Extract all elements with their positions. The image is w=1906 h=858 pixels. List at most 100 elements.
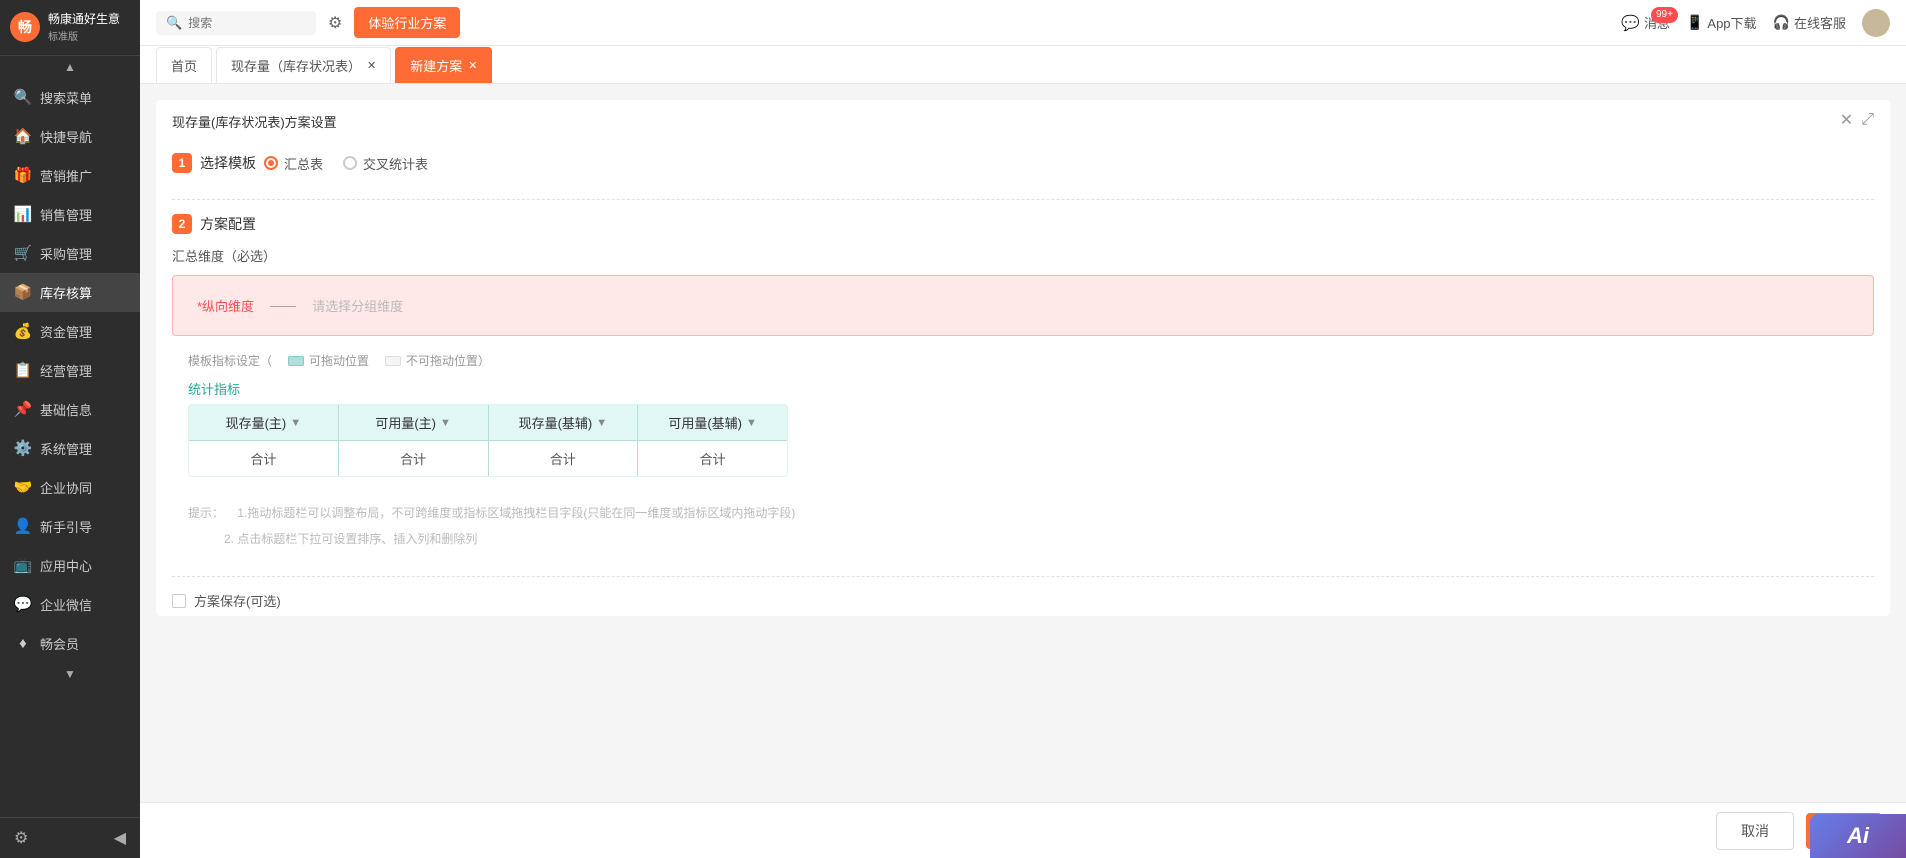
col-3-header: 可用量(基辅) ▼: [638, 405, 787, 441]
sidebar-item-nav[interactable]: 🏠 快捷导航: [0, 117, 140, 156]
sidebar-item-wechat[interactable]: 💬 企业微信: [0, 585, 140, 624]
user-icon: 👤: [14, 517, 32, 535]
search-box[interactable]: 🔍: [156, 11, 316, 35]
cell-2: 合计: [489, 441, 639, 476]
cell-0: 合计: [189, 441, 339, 476]
sidebar-footer: ⚙ ◀: [0, 817, 140, 858]
user-avatar[interactable]: [1862, 9, 1890, 37]
sidebar-item-appcenter[interactable]: 📺 应用中心: [0, 546, 140, 585]
non-draggable-legend: 不可拖动位置）: [385, 352, 490, 369]
metrics-config: 模板指标设定（ 可拖动位置 不可拖动位置） 统计指标: [172, 352, 1874, 491]
collapse-icon[interactable]: ◀: [114, 828, 126, 848]
app-download-btn[interactable]: 📱 App下载: [1686, 13, 1757, 32]
step2-label: 方案配置: [200, 214, 256, 234]
app-icon: 📱: [1686, 14, 1703, 31]
app-edition: 标准版: [48, 28, 120, 43]
tips-item-2: 2. 点击标题栏下拉可设置排序、插入列和删除列: [224, 529, 1858, 551]
metrics-body-row: 合计 合计 合计 合计: [189, 441, 787, 476]
vertical-dim-label: *纵向维度: [197, 296, 254, 315]
tabs-bar: 首页 现存量（库存状况表） ✕ 新建方案 ✕: [140, 46, 1906, 84]
cancel-button[interactable]: 取消: [1716, 812, 1794, 850]
col-0: 现存量(主) ▼: [189, 405, 339, 441]
chart-icon: 📊: [14, 205, 32, 223]
col-0-chevron[interactable]: ▼: [290, 417, 301, 429]
panel-expand-btn[interactable]: ⤢: [1861, 111, 1874, 129]
save-label: 方案保存(可选): [194, 591, 281, 610]
col-3-chevron[interactable]: ▼: [746, 417, 757, 429]
message-btn[interactable]: 💬 消息 99+: [1621, 13, 1670, 32]
message-icon: 💬: [1621, 14, 1640, 32]
cell-2-value: 合计: [489, 441, 638, 476]
radio-summary-table[interactable]: 汇总表: [264, 154, 323, 173]
col-2-chevron[interactable]: ▼: [596, 417, 607, 429]
ai-badge[interactable]: Ai: [1810, 814, 1906, 858]
radio-cross-table[interactable]: 交叉统计表: [343, 154, 428, 173]
metrics-header-row: 现存量(主) ▼ 可用量(主) ▼: [189, 405, 787, 441]
tips-box: 提示： 1.拖动标题栏可以调整布局，不可跨维度或指标区域拖拽栏目字段(只能在同一…: [172, 491, 1874, 562]
non-draggable-label: 不可拖动位置）: [406, 352, 490, 369]
step1-num: 1: [172, 153, 192, 173]
col-1-header: 可用量(主) ▼: [339, 405, 488, 441]
sidebar-item-member[interactable]: ♦ 畅会员: [0, 624, 140, 663]
home-icon: 🏠: [14, 127, 32, 145]
diamond-icon: ♦: [14, 634, 32, 652]
trial-btn[interactable]: 体验行业方案: [354, 7, 460, 38]
stats-label: 统计指标: [188, 379, 1858, 398]
cell-1: 合计: [339, 441, 489, 476]
step2-header: 2 方案配置: [172, 214, 1874, 234]
sidebar-item-basic-info[interactable]: 📌 基础信息: [0, 390, 140, 429]
col-2-header: 现存量(基辅) ▼: [489, 405, 638, 441]
bottom-bar: 取消 查询: [140, 802, 1906, 858]
tab-inventory-status[interactable]: 现存量（库存状况表） ✕: [216, 47, 391, 83]
sidebar-item-search[interactable]: 🔍 搜索菜单: [0, 78, 140, 117]
pin-icon: 📌: [14, 400, 32, 418]
radio-dot-summary: [264, 156, 278, 170]
sidebar-item-enterprise[interactable]: 🤝 企业协同: [0, 468, 140, 507]
metrics-table: 现存量(主) ▼ 可用量(主) ▼: [188, 404, 788, 477]
sidebar-item-marketing[interactable]: 🎁 营销推广: [0, 156, 140, 195]
sidebar-item-finance[interactable]: 💰 资金管理: [0, 312, 140, 351]
step2-num: 2: [172, 214, 192, 234]
step2-section: 2 方案配置 汇总维度（必选） *纵向维度 —— 请选择分组维度 模板指标设定（: [156, 200, 1890, 576]
cell-1-value: 合计: [339, 441, 488, 476]
tab-new-plan-close[interactable]: ✕: [468, 59, 477, 72]
sidebar-item-system[interactable]: ⚙️ 系统管理: [0, 429, 140, 468]
col-1-chevron[interactable]: ▼: [440, 417, 451, 429]
fixed-box: [385, 356, 401, 366]
save-option: 方案保存(可选): [156, 577, 1890, 616]
tab-inventory-close[interactable]: ✕: [367, 59, 376, 72]
sidebar-item-operations[interactable]: 📋 经营管理: [0, 351, 140, 390]
vertical-dim-placeholder[interactable]: 请选择分组维度: [312, 296, 403, 315]
tab-home[interactable]: 首页: [156, 47, 212, 83]
metrics-config-label: 模板指标设定（: [188, 352, 272, 369]
cell-3: 合计: [638, 441, 787, 476]
col-3: 可用量(基辅) ▼: [638, 405, 787, 441]
save-checkbox[interactable]: [172, 594, 186, 608]
settings-footer-icon[interactable]: ⚙: [14, 828, 28, 848]
sidebar-item-inventory[interactable]: 📦 库存核算: [0, 273, 140, 312]
tab-new-plan[interactable]: 新建方案 ✕: [395, 47, 492, 83]
col-1: 可用量(主) ▼: [339, 405, 489, 441]
search-input[interactable]: [188, 16, 298, 30]
search-topbar-icon: 🔍: [166, 15, 182, 31]
tips-title: 提示： 1.拖动标题栏可以调整布局，不可跨维度或指标区域拖拽栏目字段(只能在同一…: [188, 503, 1858, 525]
online-service-btn[interactable]: 🎧 在线客服: [1773, 13, 1846, 32]
logo-icon: 畅: [10, 12, 40, 42]
box-icon: 📦: [14, 283, 32, 301]
radio-dot-cross: [343, 156, 357, 170]
handshake-icon: 🤝: [14, 478, 32, 496]
panel-close-btn[interactable]: ✕: [1840, 110, 1853, 130]
sidebar-item-sales[interactable]: 📊 销售管理: [0, 195, 140, 234]
sidebar-item-newuser[interactable]: 👤 新手引导: [0, 507, 140, 546]
gift-icon: 🎁: [14, 166, 32, 184]
page-title: 现存量(库存状况表)方案设置: [156, 100, 1890, 139]
sidebar-item-purchase[interactable]: 🛒 采购管理: [0, 234, 140, 273]
service-icon: 🎧: [1773, 14, 1790, 31]
col-2: 现存量(基辅) ▼: [489, 405, 639, 441]
content-area: ✕ ⤢ 现存量(库存状况表)方案设置 1 选择模板 汇总表: [140, 84, 1906, 802]
metrics-legend: 模板指标设定（ 可拖动位置 不可拖动位置）: [188, 352, 1858, 369]
sidebar-scroll-up[interactable]: ▲: [0, 56, 140, 78]
topbar-gear-icon[interactable]: ⚙: [328, 13, 342, 33]
plan-settings-panel: ✕ ⤢ 现存量(库存状况表)方案设置 1 选择模板 汇总表: [156, 100, 1890, 616]
sidebar-scroll-down[interactable]: ▼: [0, 663, 140, 685]
